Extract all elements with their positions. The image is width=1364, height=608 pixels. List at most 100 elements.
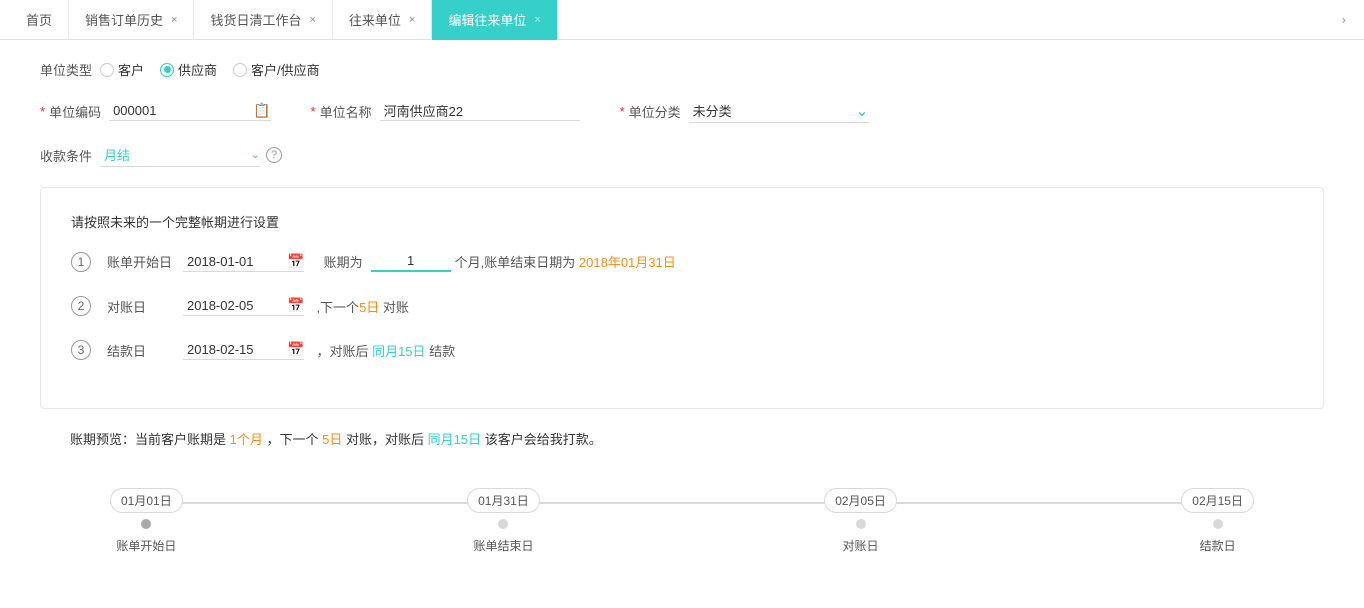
unit-code-star: * — [40, 104, 45, 119]
preview-label: 账期预览：当前客户账期是 — [70, 432, 226, 447]
timeline-container: 01月01日 账单开始日 01月31日 账单结束日 02月05日 — [70, 468, 1294, 574]
radio-supplier[interactable]: 供应商 — [160, 60, 217, 79]
timeline-items: 01月01日 账单开始日 01月31日 账单结束日 02月05日 — [110, 488, 1254, 554]
tab-home[interactable]: 首页 — [10, 0, 69, 40]
tab-sales-history[interactable]: 销售订单历史 × — [69, 0, 194, 40]
reconcile-date-input-wrapper: 📅 — [183, 296, 304, 316]
period-unit-label: 个月,账单结束日期为 — [455, 252, 579, 271]
payment-terms-select[interactable]: 月结 ⌄ — [100, 143, 260, 167]
start-date-calendar-icon[interactable]: 📅 — [287, 253, 304, 270]
timeline-badge-payment: 02月15日 — [1181, 488, 1254, 513]
payment-desc-prefix: ，对账后 — [316, 341, 372, 360]
radio-circle-supplier — [160, 63, 174, 77]
preview-part3-suffix: 该客户会给我打款。 — [485, 432, 602, 447]
payment-terms-value: 月结 — [100, 143, 251, 166]
unit-category-value: 未分类 — [689, 99, 856, 122]
unit-code-input-wrapper: 📋 — [109, 101, 270, 121]
radio-both[interactable]: 客户/供应商 — [233, 60, 320, 79]
tab-partner[interactable]: 往来单位 × — [333, 0, 432, 40]
unit-category-label: 单位分类 — [629, 102, 681, 121]
unit-category-field: * 单位分类 未分类 ⌄ — [620, 99, 869, 123]
radio-customer[interactable]: 客户 — [100, 60, 144, 79]
payment-terms-label: 收款条件 — [40, 146, 92, 165]
radio-label-both: 客户/供应商 — [251, 60, 320, 79]
payment-desc-suffix: 结款 — [426, 341, 456, 360]
tabs-arrow-right[interactable]: › — [1334, 12, 1354, 27]
period-suffix-label: 账期为 — [316, 252, 362, 271]
row-num-3: 3 — [71, 340, 91, 360]
unit-type-label: 单位类型 — [40, 60, 92, 79]
preview-part3: 同月15日 — [428, 432, 481, 447]
timeline-label-end: 账单结束日 — [473, 537, 533, 554]
preview-part1: 1个月 — [230, 432, 263, 447]
unit-category-select[interactable]: 未分类 ⌄ — [689, 99, 869, 123]
timeline-label-payment: 结款日 — [1200, 537, 1236, 554]
radio-circle-customer — [100, 63, 114, 77]
payment-terms-arrow-icon[interactable]: ⌄ — [251, 148, 260, 161]
unit-code-label: 单位编码 — [49, 102, 101, 121]
radio-circle-both — [233, 63, 247, 77]
reconcile-desc-suffix: 对账 — [379, 297, 409, 316]
tab-close-edit-partner[interactable]: × — [534, 14, 540, 26]
start-date-input-wrapper: 📅 — [183, 252, 304, 272]
unit-name-star: * — [311, 104, 316, 119]
timeline-item-reconcile: 02月05日 对账日 — [824, 488, 897, 554]
unit-code-field: * 单位编码 📋 — [40, 101, 271, 121]
unit-name-label: 单位名称 — [320, 102, 372, 121]
tab-close-sales-history[interactable]: × — [171, 14, 177, 26]
payment-date-calendar-icon[interactable]: 📅 — [287, 341, 304, 358]
payment-terms-row: 收款条件 月结 ⌄ ? — [40, 143, 1324, 167]
timeline-dot-start — [141, 519, 151, 529]
payment-day-highlight: 同月15日 — [372, 341, 425, 360]
timeline-dot-end — [498, 519, 508, 529]
preview-text: 账期预览：当前客户账期是 1个月 ，下一个 5日 对账，对账后 同月15日 该客… — [70, 429, 1294, 448]
row-num-2: 2 — [71, 296, 91, 316]
preview-section: 账期预览：当前客户账期是 1个月 ，下一个 5日 对账，对账后 同月15日 该客… — [40, 429, 1324, 574]
payment-terms-field: 收款条件 月结 ⌄ ? — [40, 143, 282, 167]
preview-part1-sep: ，下一个 — [267, 432, 319, 447]
unit-name-input[interactable] — [380, 101, 580, 121]
timeline-item-start: 01月01日 账单开始日 — [110, 488, 183, 554]
reconcile-day-highlight: 5日 — [359, 297, 379, 316]
tabs-bar: 首页 销售订单历史 × 钱货日清工作台 × 往来单位 × 编辑往来单位 × › — [0, 0, 1364, 40]
radio-label-customer: 客户 — [118, 60, 144, 79]
unit-category-arrow-icon[interactable]: ⌄ — [855, 101, 868, 121]
unit-name-field: * 单位名称 — [311, 101, 580, 121]
unit-type-row: 单位类型 客户 供应商 客户/供应商 — [40, 60, 1324, 79]
timeline-item-payment: 02月15日 结款日 — [1181, 488, 1254, 554]
unit-code-input[interactable] — [109, 101, 249, 120]
timeline-badge-reconcile: 02月05日 — [824, 488, 897, 513]
preview-part2: 5日 — [322, 432, 342, 447]
payment-terms-help-icon[interactable]: ? — [266, 147, 282, 163]
tab-close-cash-work[interactable]: × — [309, 14, 315, 26]
setting-row-2: 2 对账日 📅 ,下一个 5日 对账 — [71, 296, 1293, 316]
timeline-item-end: 01月31日 账单结束日 — [467, 488, 540, 554]
timeline-badge-end: 01月31日 — [467, 488, 540, 513]
unit-code-copy-icon[interactable]: 📋 — [253, 102, 270, 119]
payment-date-input-wrapper: 📅 — [183, 340, 304, 360]
radio-label-supplier: 供应商 — [178, 60, 217, 79]
card-title: 请按照未来的一个完整帐期进行设置 — [71, 212, 1293, 231]
reconcile-desc-prefix: ,下一个 — [316, 297, 359, 316]
timeline-dot-reconcile — [856, 519, 866, 529]
reconcile-date-input[interactable] — [183, 296, 283, 315]
period-input[interactable] — [371, 251, 451, 272]
row-label-3: 结款日 — [107, 341, 167, 360]
timeline-label-start: 账单开始日 — [116, 537, 176, 554]
tab-cash-work[interactable]: 钱货日清工作台 × — [194, 0, 332, 40]
unit-type-field: 单位类型 客户 供应商 客户/供应商 — [40, 60, 320, 79]
setting-row-3: 3 结款日 📅 ，对账后 同月15日 结款 — [71, 340, 1293, 360]
tab-edit-partner[interactable]: 编辑往来单位 × — [432, 0, 557, 40]
timeline-label-reconcile: 对账日 — [843, 537, 879, 554]
start-date-input[interactable] — [183, 252, 283, 271]
reconcile-date-calendar-icon[interactable]: 📅 — [287, 297, 304, 314]
tab-close-partner[interactable]: × — [409, 14, 415, 26]
unit-type-radio-group: 客户 供应商 客户/供应商 — [100, 60, 320, 79]
content-area: 单位类型 客户 供应商 客户/供应商 * 单位编码 — [0, 40, 1364, 608]
period-end-date: 2018年01月31日 — [579, 252, 676, 271]
timeline-dot-payment — [1213, 519, 1223, 529]
setting-row-1: 1 账单开始日 📅 账期为 个月,账单结束日期为 2018年01月31日 — [71, 251, 1293, 272]
payment-date-input[interactable] — [183, 340, 283, 359]
settings-card: 请按照未来的一个完整帐期进行设置 1 账单开始日 📅 账期为 个月,账单结束日期… — [40, 187, 1324, 409]
timeline-badge-start: 01月01日 — [110, 488, 183, 513]
